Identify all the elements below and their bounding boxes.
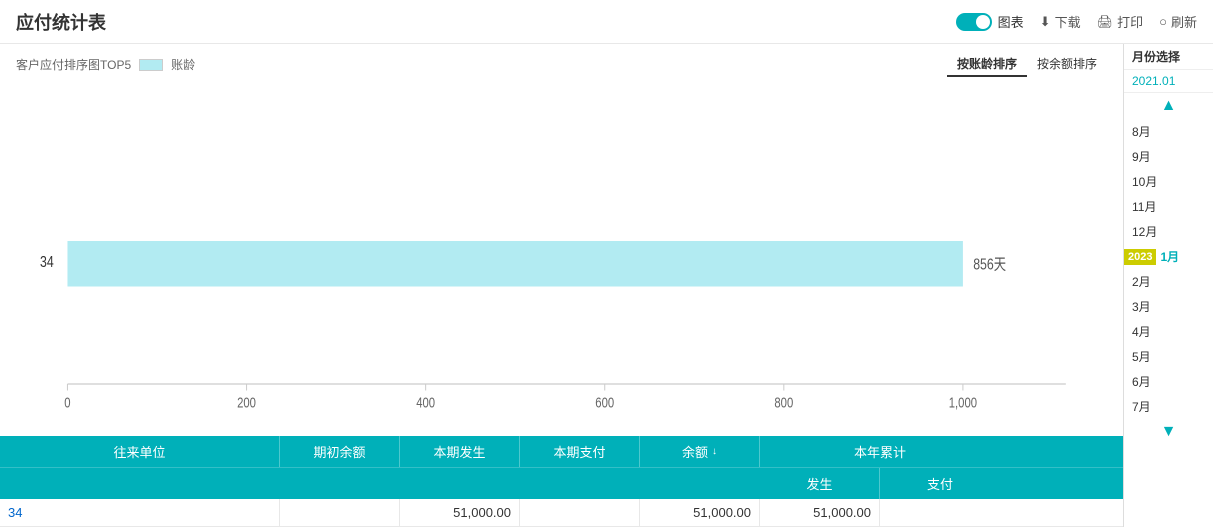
sidebar-up-button[interactable]: ▲ <box>1124 93 1213 119</box>
legend-box <box>139 59 163 71</box>
sort-by-amount-button[interactable]: 按余额排序 <box>1027 52 1107 77</box>
chart-toggle-label: 图表 <box>998 12 1024 31</box>
sidebar-month-3[interactable]: 3月 <box>1124 294 1213 319</box>
legend-label: 客户应付排序图TOP5 <box>16 56 131 73</box>
refresh-label: 刷新 <box>1171 12 1197 31</box>
sidebar: 月份选择 2021.01 ▲ 8月 9月 10月 11月 12月 2023 1月… <box>1123 44 1213 527</box>
sidebar-month-11[interactable]: 11月 <box>1124 194 1213 219</box>
table-area: 往来单位 期初余额 本期发生 本期支付 余额 ↓ 本年累计 <box>0 436 1123 527</box>
chart-area: 客户应付排序图TOP5 账龄 按账龄排序 按余额排序 34 856天 <box>0 44 1123 527</box>
sidebar-month-1[interactable]: 1月 <box>1156 244 1187 269</box>
refresh-button[interactable]: ○ 刷新 <box>1159 12 1197 31</box>
page-container: 应付统计表 图表 ⬇ 下载 🖨 打印 ○ 刷新 <box>0 0 1213 527</box>
sort-by-balance-button[interactable]: 按账龄排序 <box>947 52 1027 77</box>
download-icon: ⬇ <box>1040 14 1051 30</box>
vendor-link[interactable]: 34 <box>8 505 22 520</box>
td-balance: 51,000.00 <box>640 499 760 526</box>
main-content: 客户应付排序图TOP5 账龄 按账龄排序 按余额排序 34 856天 <box>0 44 1213 527</box>
print-button[interactable]: 🖨 打印 <box>1097 12 1144 31</box>
chart-svg: 34 856天 0 200 400 600 800 1,000 <box>16 85 1107 436</box>
chart-wrapper: 34 856天 0 200 400 600 800 1,000 <box>0 85 1123 436</box>
svg-text:856天: 856天 <box>973 255 1006 273</box>
th-vendor: 往来单位 <box>0 436 280 467</box>
svg-text:1,000: 1,000 <box>949 394 977 411</box>
svg-text:0: 0 <box>64 394 70 411</box>
refresh-icon: ○ <box>1159 14 1167 29</box>
th-ytd-occur: 发生 <box>760 468 880 499</box>
sidebar-month-7[interactable]: 7月 <box>1124 394 1213 419</box>
svg-text:400: 400 <box>416 394 435 411</box>
th-ytd: 本年累计 <box>760 436 1000 467</box>
td-opening <box>280 499 400 526</box>
sidebar-month-8[interactable]: 8月 <box>1124 119 1213 144</box>
td-current-pay <box>520 499 640 526</box>
print-label: 打印 <box>1117 12 1143 31</box>
sidebar-month-5[interactable]: 5月 <box>1124 344 1213 369</box>
table-header-top: 往来单位 期初余额 本期发生 本期支付 余额 ↓ 本年累计 <box>0 436 1123 468</box>
sidebar-year-marker: 2023 <box>1124 249 1156 265</box>
page-title: 应付统计表 <box>16 9 106 35</box>
legend-box-label: 账龄 <box>171 56 195 73</box>
svg-text:800: 800 <box>774 394 793 411</box>
td-vendor: 34 <box>0 499 280 526</box>
header-actions: 图表 ⬇ 下载 🖨 打印 ○ 刷新 <box>956 12 1197 31</box>
svg-text:34: 34 <box>40 253 54 271</box>
sidebar-year-marker-row: 2023 1月 <box>1124 244 1213 269</box>
th-current-pay: 本期支付 <box>520 436 640 467</box>
print-icon: 🖨 <box>1097 14 1114 30</box>
sidebar-month-10[interactable]: 10月 <box>1124 169 1213 194</box>
sidebar-month-4[interactable]: 4月 <box>1124 319 1213 344</box>
sidebar-down-button[interactable]: ▼ <box>1124 419 1213 445</box>
svg-text:600: 600 <box>595 394 614 411</box>
svg-text:200: 200 <box>237 394 256 411</box>
sort-buttons: 按账龄排序 按余额排序 <box>947 52 1107 77</box>
sidebar-month-9[interactable]: 9月 <box>1124 144 1213 169</box>
td-ytd-occur: 51,000.00 <box>760 499 880 526</box>
chart-toggle-group: 图表 <box>956 12 1024 31</box>
td-current-occur: 51,000.00 <box>400 499 520 526</box>
th-current-occur: 本期发生 <box>400 436 520 467</box>
header: 应付统计表 图表 ⬇ 下载 🖨 打印 ○ 刷新 <box>0 0 1213 44</box>
sidebar-month-2[interactable]: 2月 <box>1124 269 1213 294</box>
sidebar-month-6[interactable]: 6月 <box>1124 369 1213 394</box>
sidebar-current-year-month[interactable]: 2021.01 <box>1124 70 1213 93</box>
download-button[interactable]: ⬇ 下载 <box>1040 12 1081 31</box>
th-opening: 期初余额 <box>280 436 400 467</box>
sidebar-month-12[interactable]: 12月 <box>1124 219 1213 244</box>
td-ytd-pay <box>880 499 1000 526</box>
th-ytd-pay: 支付 <box>880 468 1000 499</box>
chart-toggle[interactable] <box>956 13 992 31</box>
table-row: 34 51,000.00 51,000.00 51,000.00 <box>0 499 1123 527</box>
th-balance: 余额 ↓ <box>640 436 760 467</box>
chart-legend: 客户应付排序图TOP5 账龄 <box>16 56 195 73</box>
download-label: 下载 <box>1055 12 1081 31</box>
table-header-bottom: 发生 支付 <box>0 468 1123 499</box>
balance-sort-icon: ↓ <box>712 446 717 457</box>
sidebar-title: 月份选择 <box>1124 44 1213 70</box>
chart-top: 客户应付排序图TOP5 账龄 按账龄排序 按余额排序 <box>0 44 1123 85</box>
